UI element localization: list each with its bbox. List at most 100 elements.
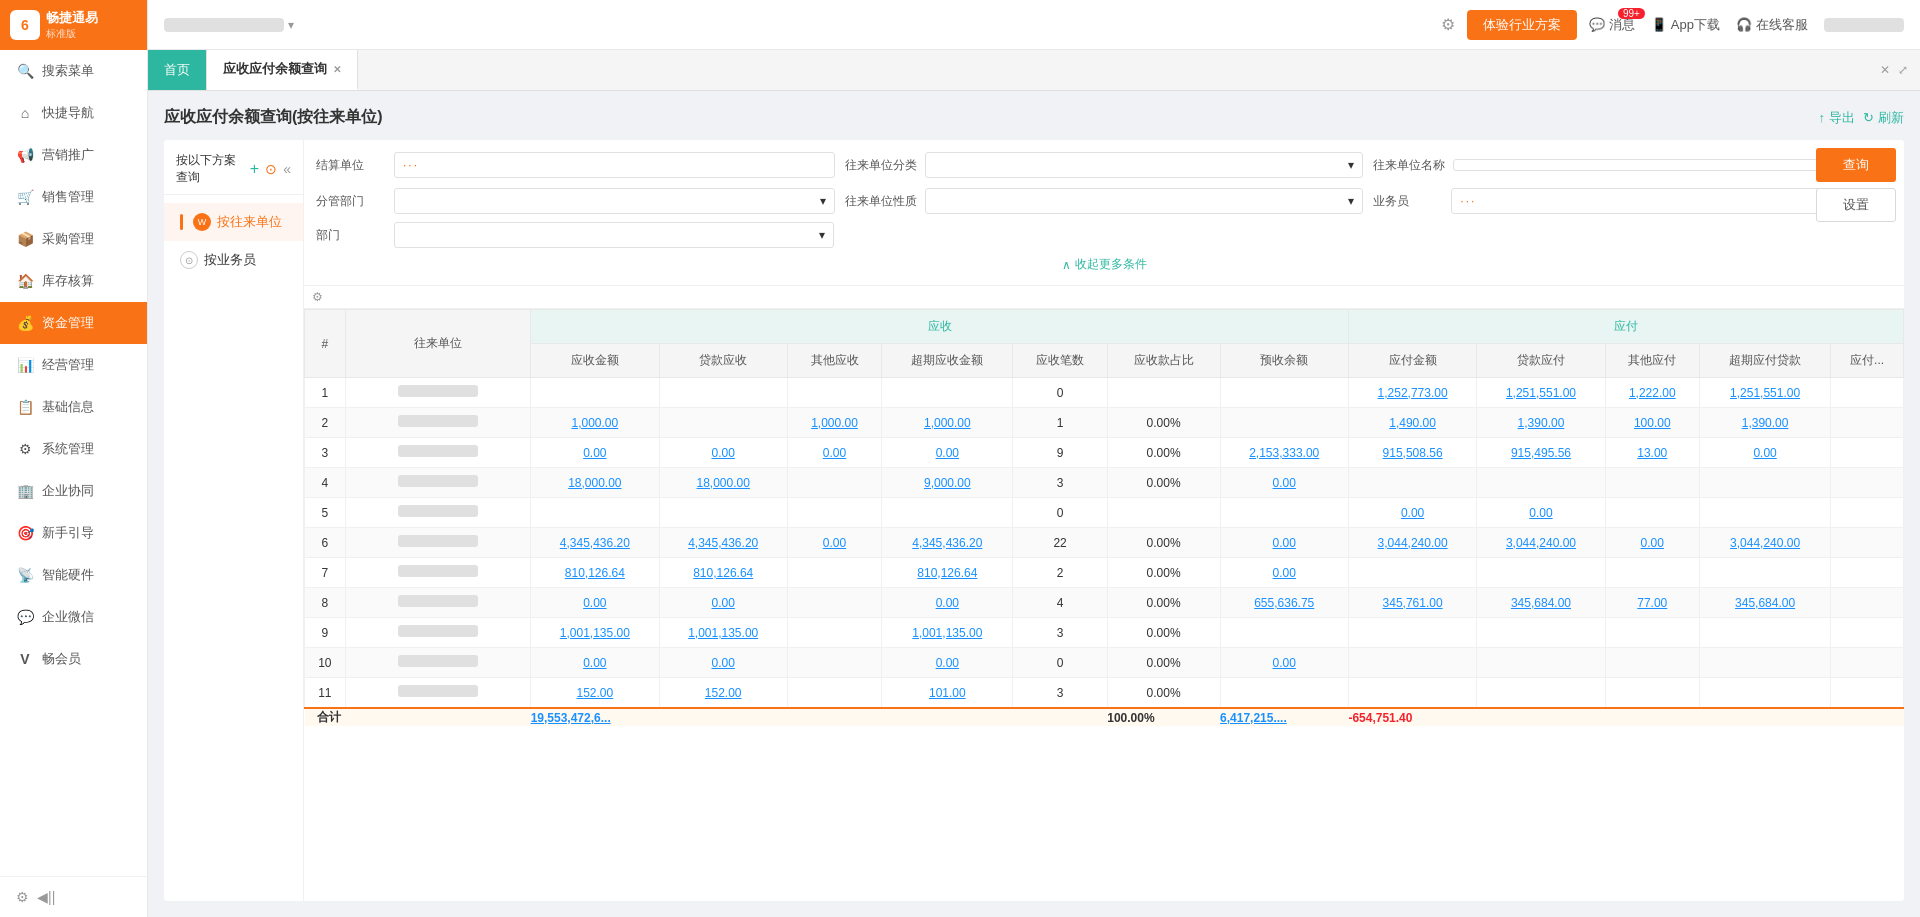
table-cell-ar_amount[interactable]: 4,345,436.20 bbox=[531, 528, 659, 558]
table-cell-ap_loan[interactable]: 1,251,551.00 bbox=[1477, 378, 1605, 408]
app-download-action[interactable]: 📱 App下载 bbox=[1651, 16, 1720, 34]
table-cell-ar_amount[interactable]: 0.00 bbox=[531, 588, 659, 618]
table-cell-ar-advance[interactable]: 0.00 bbox=[1220, 528, 1348, 558]
table-cell-ar_loan[interactable]: 0.00 bbox=[659, 438, 787, 468]
filter-input-dept2[interactable]: ▾ bbox=[394, 222, 834, 248]
collapse-icon[interactable]: ◀|| bbox=[37, 889, 55, 905]
table-cell-ar_overdue[interactable]: 0.00 bbox=[882, 588, 1013, 618]
table-cell-ap_loan[interactable]: 915,495.56 bbox=[1477, 438, 1605, 468]
sidebar-item-basic-info[interactable]: 📋 基础信息 bbox=[0, 386, 147, 428]
table-cell-ap_loan[interactable]: 1,390.00 bbox=[1477, 408, 1605, 438]
filter-input-jiesuan[interactable]: ··· bbox=[394, 152, 835, 178]
table-cell-ar-advance[interactable]: 0.00 bbox=[1220, 648, 1348, 678]
filter-collapse-icon[interactable]: « bbox=[283, 161, 291, 177]
table-cell-ar_loan[interactable]: 4,345,436.20 bbox=[659, 528, 787, 558]
message-action[interactable]: 💬 消息 99+ bbox=[1589, 16, 1635, 34]
table-cell-ar_overdue[interactable]: 9,000.00 bbox=[882, 468, 1013, 498]
sidebar-item-quick-nav[interactable]: ⌂ 快捷导航 bbox=[0, 92, 147, 134]
filter-config-icon[interactable]: ⊙ bbox=[265, 161, 277, 177]
table-cell-ar_overdue[interactable]: 101.00 bbox=[882, 678, 1013, 709]
table-cell-ap_other[interactable]: 100.00 bbox=[1605, 408, 1699, 438]
total-ar[interactable]: 19,553,472,6... bbox=[531, 708, 659, 726]
table-cell-ar_overdue[interactable]: 0.00 bbox=[882, 648, 1013, 678]
refresh-button[interactable]: ↻ 刷新 bbox=[1863, 109, 1904, 127]
tab-maximize-icon[interactable]: ⤢ bbox=[1898, 63, 1908, 77]
table-cell-ar-advance[interactable]: 2,153,333.00 bbox=[1220, 438, 1348, 468]
query-button[interactable]: 查询 bbox=[1816, 148, 1896, 182]
table-cell-ar_amount[interactable]: 810,126.64 bbox=[531, 558, 659, 588]
table-cell-ar_other[interactable]: 1,000.00 bbox=[787, 408, 881, 438]
table-cell-ar_amount[interactable]: 152.00 bbox=[531, 678, 659, 709]
sidebar-item-smart-hw[interactable]: 📡 智能硬件 bbox=[0, 554, 147, 596]
tab-close-icon[interactable]: ✕ bbox=[333, 64, 341, 75]
filter-input-dept[interactable]: ▾ bbox=[394, 188, 835, 214]
table-cell-ap_overdue[interactable]: 345,684.00 bbox=[1699, 588, 1830, 618]
table-cell-ar_amount[interactable]: 0.00 bbox=[531, 648, 659, 678]
table-cell-ar_amount[interactable]: 0.00 bbox=[531, 438, 659, 468]
settings-icon[interactable]: ⚙ bbox=[16, 889, 29, 905]
sidebar-item-collab[interactable]: 🏢 企业协同 bbox=[0, 470, 147, 512]
table-cell-ar-advance[interactable]: 655,636.75 bbox=[1220, 588, 1348, 618]
table-cell-ap_loan[interactable]: 3,044,240.00 bbox=[1477, 528, 1605, 558]
table-cell-ap_amount[interactable]: 1,490.00 bbox=[1348, 408, 1476, 438]
table-wrap[interactable]: # 往来单位 应收 应付 应收金额 贷款应收 其他应收 超期应收金额 bbox=[304, 309, 1904, 901]
total-ar-advance[interactable]: 6,417,215.... bbox=[1220, 708, 1348, 726]
sidebar-item-search-menu[interactable]: 🔍 搜索菜单 bbox=[0, 50, 147, 92]
table-cell-ap_amount[interactable]: 915,508.56 bbox=[1348, 438, 1476, 468]
table-cell-ar_overdue[interactable]: 4,345,436.20 bbox=[882, 528, 1013, 558]
table-cell-ap_other[interactable]: 77.00 bbox=[1605, 588, 1699, 618]
table-cell-ap_other[interactable]: 1,222.00 bbox=[1605, 378, 1699, 408]
table-settings-icon[interactable]: ⚙ bbox=[312, 290, 323, 304]
table-cell-ap_other[interactable]: 0.00 bbox=[1605, 528, 1699, 558]
table-cell-ar_overdue[interactable]: 1,000.00 bbox=[882, 408, 1013, 438]
online-service-action[interactable]: 🎧 在线客服 bbox=[1736, 16, 1808, 34]
user-avatar-blur[interactable] bbox=[1824, 18, 1904, 32]
tab-close-window-icon[interactable]: ✕ bbox=[1880, 63, 1890, 77]
filter-collapse-button[interactable]: ∧ 收起更多条件 bbox=[316, 256, 1892, 273]
query-mode-by-salesman[interactable]: ⊙ 按业务员 bbox=[164, 241, 303, 279]
table-cell-ar_loan[interactable]: 152.00 bbox=[659, 678, 787, 709]
table-cell-ar_loan[interactable]: 0.00 bbox=[659, 588, 787, 618]
table-cell-ar_overdue[interactable]: 810,126.64 bbox=[882, 558, 1013, 588]
sidebar-item-purchase[interactable]: 📦 采购管理 bbox=[0, 218, 147, 260]
sidebar-item-finance[interactable]: 💰 资金管理 bbox=[0, 302, 147, 344]
export-button[interactable]: ↑ 导出 bbox=[1819, 109, 1856, 127]
table-cell-ap_amount[interactable]: 1,252,773.00 bbox=[1348, 378, 1476, 408]
table-cell-ap_other[interactable]: 13.00 bbox=[1605, 438, 1699, 468]
sidebar-item-guide[interactable]: 🎯 新手引导 bbox=[0, 512, 147, 554]
table-cell-ap_overdue[interactable]: 1,251,551.00 bbox=[1699, 378, 1830, 408]
table-cell-ar_overdue[interactable]: 0.00 bbox=[882, 438, 1013, 468]
table-cell-ar_loan[interactable]: 1,001,135.00 bbox=[659, 618, 787, 648]
table-cell-ar_loan[interactable]: 810,126.64 bbox=[659, 558, 787, 588]
table-cell-ap_loan[interactable]: 0.00 bbox=[1477, 498, 1605, 528]
sidebar-item-wechat[interactable]: 💬 企业微信 bbox=[0, 596, 147, 638]
table-cell-ap_amount[interactable]: 0.00 bbox=[1348, 498, 1476, 528]
table-cell-ar_loan[interactable]: 18,000.00 bbox=[659, 468, 787, 498]
sidebar-item-member[interactable]: V 畅会员 bbox=[0, 638, 147, 680]
table-cell-ar_amount[interactable]: 18,000.00 bbox=[531, 468, 659, 498]
sidebar-item-sales[interactable]: 🛒 销售管理 bbox=[0, 176, 147, 218]
table-cell-ar_amount[interactable]: 1,001,135.00 bbox=[531, 618, 659, 648]
table-cell-ap_overdue[interactable]: 1,390.00 bbox=[1699, 408, 1830, 438]
sidebar-item-marketing[interactable]: 📢 营销推广 bbox=[0, 134, 147, 176]
table-cell-ap_amount[interactable]: 345,761.00 bbox=[1348, 588, 1476, 618]
filter-input-partner-cat[interactable]: ▾ bbox=[925, 152, 1364, 178]
sidebar-item-inventory[interactable]: 🏠 库存核算 bbox=[0, 260, 147, 302]
table-cell-ap_overdue[interactable]: 3,044,240.00 bbox=[1699, 528, 1830, 558]
table-cell-ar_other[interactable]: 0.00 bbox=[787, 528, 881, 558]
tab-ar-ap[interactable]: 应收应付余额查询 ✕ bbox=[207, 50, 358, 90]
table-cell-ap_overdue[interactable]: 0.00 bbox=[1699, 438, 1830, 468]
query-mode-by-partner[interactable]: W 按往来单位 bbox=[164, 203, 303, 241]
table-cell-ar-advance[interactable]: 0.00 bbox=[1220, 558, 1348, 588]
tab-home[interactable]: 首页 bbox=[148, 50, 207, 90]
sidebar-item-operation[interactable]: 📊 经营管理 bbox=[0, 344, 147, 386]
table-cell-ar-advance[interactable]: 0.00 bbox=[1220, 468, 1348, 498]
table-cell-ar_overdue[interactable]: 1,001,135.00 bbox=[882, 618, 1013, 648]
promo-button[interactable]: 体验行业方案 bbox=[1467, 10, 1577, 40]
sidebar-item-system[interactable]: ⚙ 系统管理 bbox=[0, 428, 147, 470]
filter-add-icon[interactable]: + bbox=[250, 160, 259, 178]
filter-input-partner-nature[interactable]: ▾ bbox=[925, 188, 1364, 214]
table-cell-ar_other[interactable]: 0.00 bbox=[787, 438, 881, 468]
set-button[interactable]: 设置 bbox=[1816, 188, 1896, 222]
table-cell-ar_amount[interactable]: 1,000.00 bbox=[531, 408, 659, 438]
